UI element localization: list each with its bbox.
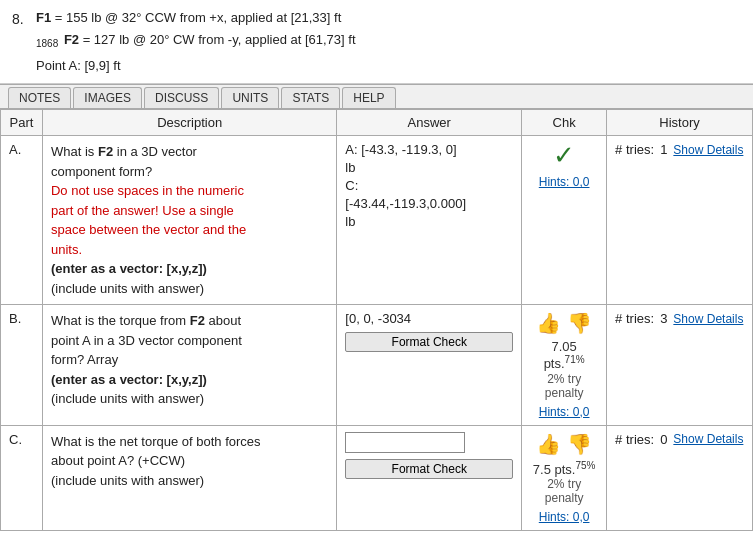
table-header-row: Part Description Answer Chk History bbox=[1, 110, 753, 136]
answer-a-line5: lb bbox=[345, 214, 513, 229]
thumb-down-icon-b: 👎 bbox=[567, 311, 592, 335]
part-c: C. bbox=[1, 425, 43, 530]
format-check-b-button[interactable]: Format Check bbox=[345, 332, 513, 352]
f2-label: F2 bbox=[64, 32, 79, 47]
penalty-b: 2% try penalty bbox=[530, 372, 598, 400]
hints-b-link[interactable]: Hints: 0,0 bbox=[539, 405, 590, 419]
col-header-part: Part bbox=[1, 110, 43, 136]
f1-label: F1 bbox=[36, 10, 51, 25]
thumb-down-icon-c: 👎 bbox=[567, 432, 592, 456]
main-table: Part Description Answer Chk History A. W… bbox=[0, 109, 753, 531]
history-c: # tries: 0 Show Details bbox=[607, 425, 753, 530]
points-c-val: 7.5 pts. bbox=[533, 462, 576, 477]
answer-a-line2: lb bbox=[345, 160, 513, 175]
points-c-pct: 75% bbox=[575, 460, 595, 471]
points-c: 7.5 pts.75% bbox=[530, 460, 598, 477]
show-details-b[interactable]: Show Details bbox=[673, 312, 743, 326]
show-details-a[interactable]: Show Details bbox=[673, 143, 743, 157]
table-row: C. What is the net torque of both forces… bbox=[1, 425, 753, 530]
desc-a-text3: component form? bbox=[51, 164, 152, 179]
desc-a-text1: What is bbox=[51, 144, 98, 159]
col-header-history: History bbox=[607, 110, 753, 136]
tab-help[interactable]: HELP bbox=[342, 87, 395, 108]
history-b: # tries: 3 Show Details bbox=[607, 305, 753, 425]
desc-b-text1: What is the torque from bbox=[51, 313, 190, 328]
desc-a: What is F2 in a 3D vector component form… bbox=[42, 136, 336, 305]
hints-c-link[interactable]: Hints: 0,0 bbox=[539, 510, 590, 524]
desc-b-text3: point A in a 3D vector component bbox=[51, 333, 242, 348]
answer-a-line1: A: [-43.3, -119.3, 0] bbox=[345, 142, 513, 157]
thumb-up-icon-c: 👍 bbox=[536, 432, 561, 456]
penalty-c: 2% try penalty bbox=[530, 477, 598, 505]
answer-a-line4: [-43.44,-119.3,0.000] bbox=[345, 196, 513, 211]
part-b: B. bbox=[1, 305, 43, 425]
desc-b-enter: (enter as a vector: [x,y,z]) bbox=[51, 372, 207, 387]
part-c-label: C. bbox=[9, 432, 22, 447]
tab-notes[interactable]: NOTES bbox=[8, 87, 71, 108]
checkmark-icon: ✓ bbox=[530, 142, 598, 168]
col-header-answer: Answer bbox=[337, 110, 522, 136]
tab-images[interactable]: IMAGES bbox=[73, 87, 142, 108]
table-row: B. What is the torque from F2 about poin… bbox=[1, 305, 753, 425]
points-b-pct: 71% bbox=[565, 354, 585, 365]
col-header-description: Description bbox=[42, 110, 336, 136]
chk-c: 👍 👎 7.5 pts.75% 2% try penalty Hints: 0,… bbox=[522, 425, 607, 530]
show-details-c[interactable]: Show Details bbox=[673, 432, 743, 446]
desc-a-text2: in a 3D vector bbox=[113, 144, 197, 159]
tabs-bar: NOTES IMAGES DISCUSS UNITS STATS HELP bbox=[0, 84, 753, 109]
desc-c-text2: about point A? (+CCW) bbox=[51, 453, 185, 468]
answer-b-val: [0, 0, -3034 bbox=[345, 311, 513, 326]
tries-b-count: 3 bbox=[660, 311, 667, 326]
problem-header: 8. F1 = 155 lb @ 32° CCW from +x, applie… bbox=[0, 0, 753, 84]
format-check-c-button[interactable]: Format Check bbox=[345, 459, 513, 479]
answer-c-input[interactable] bbox=[345, 432, 465, 453]
chk-a: ✓ Hints: 0,0 bbox=[522, 136, 607, 305]
desc-b: What is the torque from F2 about point A… bbox=[42, 305, 336, 425]
answer-c: Format Check bbox=[337, 425, 522, 530]
desc-b-text2: about bbox=[205, 313, 241, 328]
point-a: Point A: [9,9] ft bbox=[36, 56, 741, 77]
tries-b-label: # tries: bbox=[615, 311, 654, 326]
part-b-label: B. bbox=[9, 311, 21, 326]
f2-desc: = 127 lb @ 20° CW from -y, applied at [6… bbox=[79, 32, 355, 47]
desc-b-text4: form? Array bbox=[51, 352, 118, 367]
tries-a-count: 1 bbox=[660, 142, 667, 157]
problem-number: 8. bbox=[12, 8, 32, 30]
answer-b: [0, 0, -3034 Format Check bbox=[337, 305, 522, 425]
thumb-up-icon-b: 👍 bbox=[536, 311, 561, 335]
tries-a-label: # tries: bbox=[615, 142, 654, 157]
tries-c-label: # tries: bbox=[615, 432, 654, 447]
tab-stats[interactable]: STATS bbox=[281, 87, 340, 108]
hints-a-link[interactable]: Hints: 0,0 bbox=[539, 175, 590, 189]
desc-a-include: (include units with answer) bbox=[51, 281, 204, 296]
desc-a-warning: Do not use spaces in the numericpart of … bbox=[51, 183, 246, 257]
desc-a-f2: F2 bbox=[98, 144, 113, 159]
tries-c-count: 0 bbox=[660, 432, 667, 447]
history-a: # tries: 1 Show Details bbox=[607, 136, 753, 305]
f1-desc: = 155 lb @ 32° CCW from +x, applied at [… bbox=[51, 10, 341, 25]
table-row: A. What is F2 in a 3D vector component f… bbox=[1, 136, 753, 305]
desc-b-include: (include units with answer) bbox=[51, 391, 204, 406]
tab-discuss[interactable]: DISCUSS bbox=[144, 87, 219, 108]
sub-number: 1868 bbox=[36, 38, 58, 49]
desc-b-f2: F2 bbox=[190, 313, 205, 328]
part-a: A. bbox=[1, 136, 43, 305]
tab-units[interactable]: UNITS bbox=[221, 87, 279, 108]
desc-c: What is the net torque of both forces ab… bbox=[42, 425, 336, 530]
desc-a-enter: (enter as a vector: [x,y,z]) bbox=[51, 261, 207, 276]
col-header-chk: Chk bbox=[522, 110, 607, 136]
answer-a-line3: C: bbox=[345, 178, 513, 193]
chk-b: 👍 👎 7.05 pts.71% 2% try penalty Hints: 0… bbox=[522, 305, 607, 425]
desc-c-text1: What is the net torque of both forces bbox=[51, 434, 261, 449]
answer-a: A: [-43.3, -119.3, 0] lb C: [-43.44,-119… bbox=[337, 136, 522, 305]
points-b: 7.05 pts.71% bbox=[530, 339, 598, 371]
desc-c-text3: (include units with answer) bbox=[51, 473, 204, 488]
